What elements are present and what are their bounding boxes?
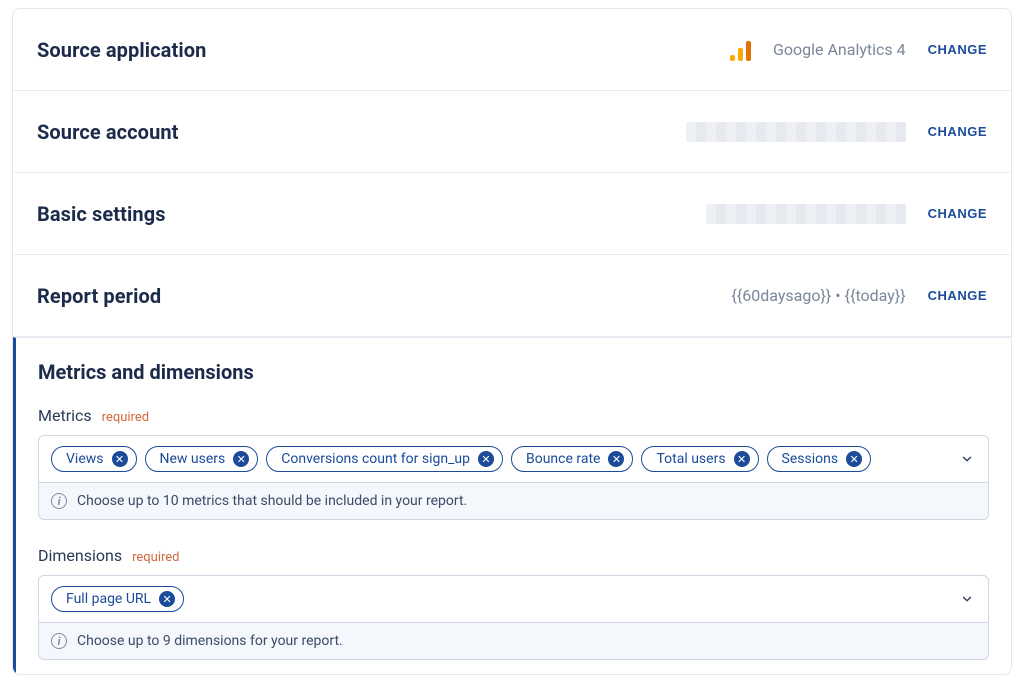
dimensions-chip: Full page URL ✕ <box>51 586 184 612</box>
dimensions-label-row: Dimensions required <box>38 546 989 565</box>
remove-chip-icon[interactable]: ✕ <box>608 451 624 467</box>
metrics-select[interactable]: Views✕New users✕Conversions count for si… <box>38 435 989 483</box>
chevron-down-icon <box>960 452 974 466</box>
section-metrics-dimensions: Metrics and dimensions Metrics required … <box>13 337 1011 674</box>
source-application-value: Google Analytics 4 <box>773 40 906 59</box>
chip-label: Conversions count for sign_up <box>281 451 470 467</box>
change-source-account-button[interactable]: CHANGE <box>928 124 987 139</box>
remove-chip-icon[interactable]: ✕ <box>233 451 249 467</box>
report-period-value: {{60daysago}} • {{today}} <box>731 286 905 305</box>
remove-chip-icon[interactable]: ✕ <box>846 451 862 467</box>
metrics-hint-text: Choose up to 10 metrics that should be i… <box>77 493 467 509</box>
dimensions-label: Dimensions <box>38 546 122 565</box>
metrics-chip: Bounce rate ✕ <box>511 446 633 472</box>
change-report-period-button[interactable]: CHANGE <box>928 288 987 303</box>
dimensions-required: required <box>132 550 179 565</box>
metrics-required: required <box>102 410 149 425</box>
basic-settings-value-redacted <box>706 204 906 224</box>
row-title: Source application <box>37 38 206 62</box>
metrics-label: Metrics <box>38 406 92 425</box>
row-source-account: Source account CHANGE <box>13 91 1011 173</box>
metrics-chip: Total users ✕ <box>641 446 758 472</box>
dimensions-hint: i Choose up to 9 dimensions for your rep… <box>38 623 989 660</box>
row-title: Source account <box>37 120 179 144</box>
row-report-period: Report period {{60daysago}} • {{today}} … <box>13 255 1011 337</box>
section-title: Metrics and dimensions <box>38 360 989 384</box>
remove-chip-icon[interactable]: ✕ <box>478 451 494 467</box>
metrics-chip: Views ✕ <box>51 446 137 472</box>
remove-chip-icon[interactable]: ✕ <box>734 451 750 467</box>
info-icon: i <box>51 493 67 509</box>
change-basic-settings-button[interactable]: CHANGE <box>928 206 987 221</box>
chip-label: Bounce rate <box>526 451 600 467</box>
row-source-application: Source application Google Analytics 4 CH… <box>13 9 1011 91</box>
google-analytics-icon <box>730 39 751 61</box>
chip-label: Sessions <box>782 451 839 467</box>
metrics-chip: Sessions ✕ <box>767 446 872 472</box>
info-icon: i <box>51 633 67 649</box>
chip-label: Full page URL <box>66 591 151 607</box>
metrics-chip: New users ✕ <box>145 446 259 472</box>
remove-chip-icon[interactable]: ✕ <box>159 591 175 607</box>
chip-label: New users <box>160 451 226 467</box>
row-title: Basic settings <box>37 202 166 226</box>
change-source-application-button[interactable]: CHANGE <box>928 42 987 57</box>
chip-label: Total users <box>656 451 725 467</box>
metrics-chip: Conversions count for sign_up ✕ <box>266 446 503 472</box>
row-basic-settings: Basic settings CHANGE <box>13 173 1011 255</box>
source-account-value-redacted <box>686 122 906 142</box>
chip-label: Views <box>66 451 104 467</box>
metrics-label-row: Metrics required <box>38 406 989 425</box>
chevron-down-icon <box>960 592 974 606</box>
row-title: Report period <box>37 284 161 308</box>
remove-chip-icon[interactable]: ✕ <box>112 451 128 467</box>
config-panel: Source application Google Analytics 4 CH… <box>12 8 1012 675</box>
dimensions-select[interactable]: Full page URL ✕ <box>38 575 989 623</box>
metrics-hint: i Choose up to 10 metrics that should be… <box>38 483 989 520</box>
dimensions-hint-text: Choose up to 9 dimensions for your repor… <box>77 633 343 649</box>
